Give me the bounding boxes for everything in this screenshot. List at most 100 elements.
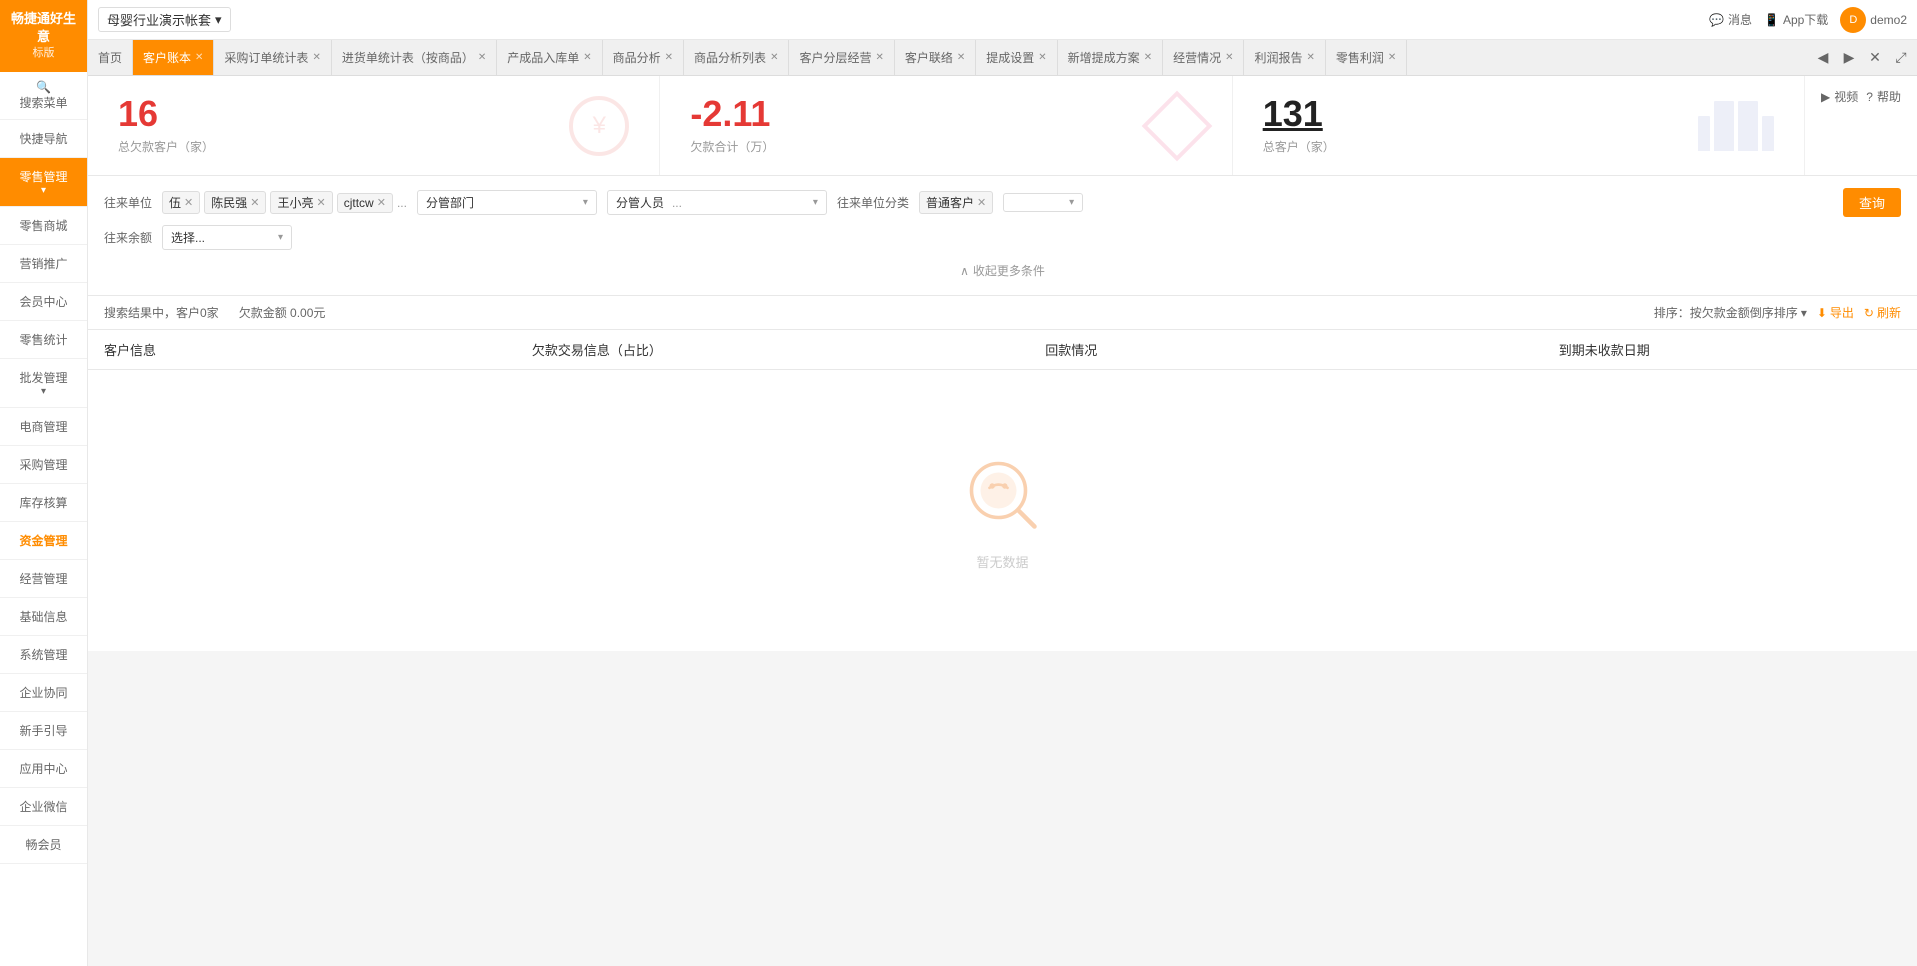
tab-close-product-analysis-list[interactable]: ✕: [770, 52, 778, 63]
sidebar-logo[interactable]: 畅捷通好生意 标版: [0, 0, 87, 72]
balance-label: 往来余额: [104, 229, 152, 246]
topbar: 母婴行业演示帐套 ▾ 💬 消息 📱 App下载 D demo2: [88, 0, 1917, 40]
sidebar-item-vip[interactable]: 畅会员: [0, 826, 87, 864]
query-button[interactable]: 查询: [1843, 188, 1901, 217]
sidebar-item-basic[interactable]: 基础信息: [0, 598, 87, 636]
sidebar-item-retail[interactable]: 零售管理 ▾: [0, 158, 87, 207]
tab-close-product-inbound[interactable]: ✕: [583, 52, 591, 63]
tab-home[interactable]: 首页: [88, 40, 133, 76]
tag-close-class[interactable]: ✕: [977, 196, 986, 209]
sidebar: 畅捷通好生意 标版 🔍 搜索菜单 快捷导航 零售管理 ▾ 零售商城 营销推广 会…: [0, 0, 88, 966]
sidebar-sub: 标版: [5, 46, 82, 61]
tab-close-inbound-stats[interactable]: ✕: [478, 52, 486, 63]
tabs-expand[interactable]: ⤢: [1889, 46, 1913, 70]
chevron-class: ▾: [1069, 197, 1074, 208]
refresh-icon: ↻: [1864, 306, 1874, 320]
person-more-btn[interactable]: ...: [672, 196, 682, 210]
department-select[interactable]: 分管部门 ▾: [417, 190, 597, 215]
user-menu[interactable]: D demo2: [1840, 7, 1907, 33]
tab-close-product-analysis[interactable]: ✕: [665, 52, 673, 63]
tab-close-purchase-orders[interactable]: ✕: [312, 52, 320, 63]
sidebar-item-purchase[interactable]: 采购管理: [0, 446, 87, 484]
th-debt: 欠款交易信息（占比）: [532, 340, 1045, 359]
stat-total-debtors: ¥ 16 总欠款客户（家）: [88, 76, 660, 175]
sidebar-item-marketing[interactable]: 营销推广: [0, 245, 87, 283]
sidebar-item-wholesale[interactable]: 批发管理 ▾: [0, 359, 87, 408]
sidebar-item-member[interactable]: 会员中心: [0, 283, 87, 321]
tab-close-customer-contact[interactable]: ✕: [957, 52, 965, 63]
tab-purchase-orders[interactable]: 采购订单统计表 ✕: [214, 40, 331, 76]
filter-unit-more[interactable]: ...: [397, 196, 407, 210]
tabs-close-all[interactable]: ✕: [1863, 46, 1887, 70]
tab-close-customer-segment[interactable]: ✕: [875, 52, 883, 63]
tab-profit-report[interactable]: 利润报告 ✕: [1244, 40, 1325, 76]
sidebar-item-ecom[interactable]: 电商管理: [0, 408, 87, 446]
tabs-scroll-right[interactable]: ▶: [1837, 46, 1861, 70]
sidebar-item-ops[interactable]: 经营管理: [0, 560, 87, 598]
chevron-department: ▾: [583, 197, 588, 208]
filter-row-2: 往来余额 选择... ▾: [104, 225, 1901, 250]
sidebar-item-finance[interactable]: 资金管理: [0, 522, 87, 560]
balance-select[interactable]: 选择... ▾: [162, 225, 292, 250]
th-repay: 回款情况: [1045, 340, 1558, 359]
tabs-bar: 首页 客户账本 ✕ 采购订单统计表 ✕ 进货单统计表（按商品） ✕ 产成品入库单…: [88, 40, 1917, 76]
tab-close-retail-profit[interactable]: ✕: [1388, 52, 1396, 63]
account-selector[interactable]: 母婴行业演示帐套 ▾: [98, 7, 231, 32]
help-btn[interactable]: ? 帮助: [1866, 88, 1901, 105]
filter-tag-class: 普通客户✕: [919, 191, 993, 214]
tabs-scroll-left[interactable]: ◀: [1811, 46, 1835, 70]
tag-close-unit3[interactable]: ✕: [317, 196, 326, 209]
export-btn[interactable]: ⬇ 导出: [1817, 304, 1854, 321]
tab-product-analysis[interactable]: 商品分析 ✕: [603, 40, 684, 76]
sidebar-item-wechat[interactable]: 企业微信: [0, 788, 87, 826]
tag-close-unit1[interactable]: ✕: [184, 196, 193, 209]
empty-state: 暂无数据: [88, 370, 1917, 651]
tab-close-ops-situation[interactable]: ✕: [1225, 52, 1233, 63]
tag-close-unit4[interactable]: ✕: [377, 196, 386, 209]
main-area: 母婴行业演示帐套 ▾ 💬 消息 📱 App下载 D demo2 首页 客户账本: [88, 0, 1917, 966]
tab-product-analysis-list[interactable]: 商品分析列表 ✕: [684, 40, 789, 76]
sidebar-item-search[interactable]: 🔍 搜索菜单: [0, 72, 87, 120]
th-date: 到期未收款日期: [1559, 340, 1901, 359]
tab-close-profit-report[interactable]: ✕: [1307, 52, 1315, 63]
sidebar-item-corp[interactable]: 企业协同: [0, 674, 87, 712]
sidebar-item-quick[interactable]: 快捷导航: [0, 120, 87, 158]
tab-inbound-stats[interactable]: 进货单统计表（按商品） ✕: [332, 40, 497, 76]
filter-tag-unit3: 王小亮✕: [270, 191, 332, 214]
tab-increase-settings[interactable]: 提成设置 ✕: [976, 40, 1057, 76]
tab-ops-situation[interactable]: 经营情况 ✕: [1163, 40, 1244, 76]
tab-product-inbound[interactable]: 产成品入库单 ✕: [497, 40, 602, 76]
sidebar-item-retail-shop[interactable]: 零售商城: [0, 207, 87, 245]
unit-filter-label: 往来单位: [104, 194, 152, 211]
tab-customer-segment[interactable]: 客户分层经营 ✕: [789, 40, 894, 76]
sort-select[interactable]: 排序：按欠款金额倒序排序 ▾: [1654, 304, 1807, 321]
help-area: ▶ 视频 ? 帮助: [1805, 76, 1917, 175]
sidebar-item-inventory[interactable]: 库存核算: [0, 484, 87, 522]
tag-close-unit2[interactable]: ✕: [250, 196, 259, 209]
tab-close-new-increase[interactable]: ✕: [1144, 52, 1152, 63]
sidebar-item-retail-stat[interactable]: 零售统计: [0, 321, 87, 359]
tab-close-increase-settings[interactable]: ✕: [1038, 52, 1046, 63]
empty-label: 暂无数据: [976, 552, 1028, 571]
unit-class-select[interactable]: ▾: [1003, 193, 1083, 212]
app-download-btn[interactable]: 📱 App下载: [1764, 11, 1828, 28]
sidebar-item-newbie[interactable]: 新手引导: [0, 712, 87, 750]
result-bar: 搜索结果中，客户0家 欠款金额 0.00元 排序：按欠款金额倒序排序 ▾ ⬇ 导…: [88, 296, 1917, 330]
chevron-balance: ▾: [278, 232, 283, 243]
tab-new-increase[interactable]: 新增提成方案 ✕: [1058, 40, 1163, 76]
unit-class-label: 往来单位分类: [837, 194, 909, 211]
stat-customers-label: 总客户（家）: [1263, 138, 1335, 155]
sidebar-item-system[interactable]: 系统管理: [0, 636, 87, 674]
collapse-btn[interactable]: ∧ 收起更多条件: [104, 258, 1901, 283]
tab-customer-accounts[interactable]: 客户账本 ✕: [133, 40, 214, 76]
tabs-controls: ◀ ▶ ✕ ⤢: [1807, 46, 1917, 70]
video-btn[interactable]: ▶ 视频: [1821, 88, 1858, 105]
messages-btn[interactable]: 💬 消息: [1709, 11, 1752, 28]
tab-retail-profit[interactable]: 零售利润 ✕: [1326, 40, 1407, 76]
sidebar-item-apps[interactable]: 应用中心: [0, 750, 87, 788]
refresh-btn[interactable]: ↻ 刷新: [1864, 304, 1901, 321]
tab-customer-contact[interactable]: 客户联络 ✕: [895, 40, 976, 76]
tab-close-customer-accounts[interactable]: ✕: [195, 52, 203, 63]
export-icon: ⬇: [1817, 306, 1827, 320]
person-select[interactable]: 分管人员 ... ▾: [607, 190, 827, 215]
